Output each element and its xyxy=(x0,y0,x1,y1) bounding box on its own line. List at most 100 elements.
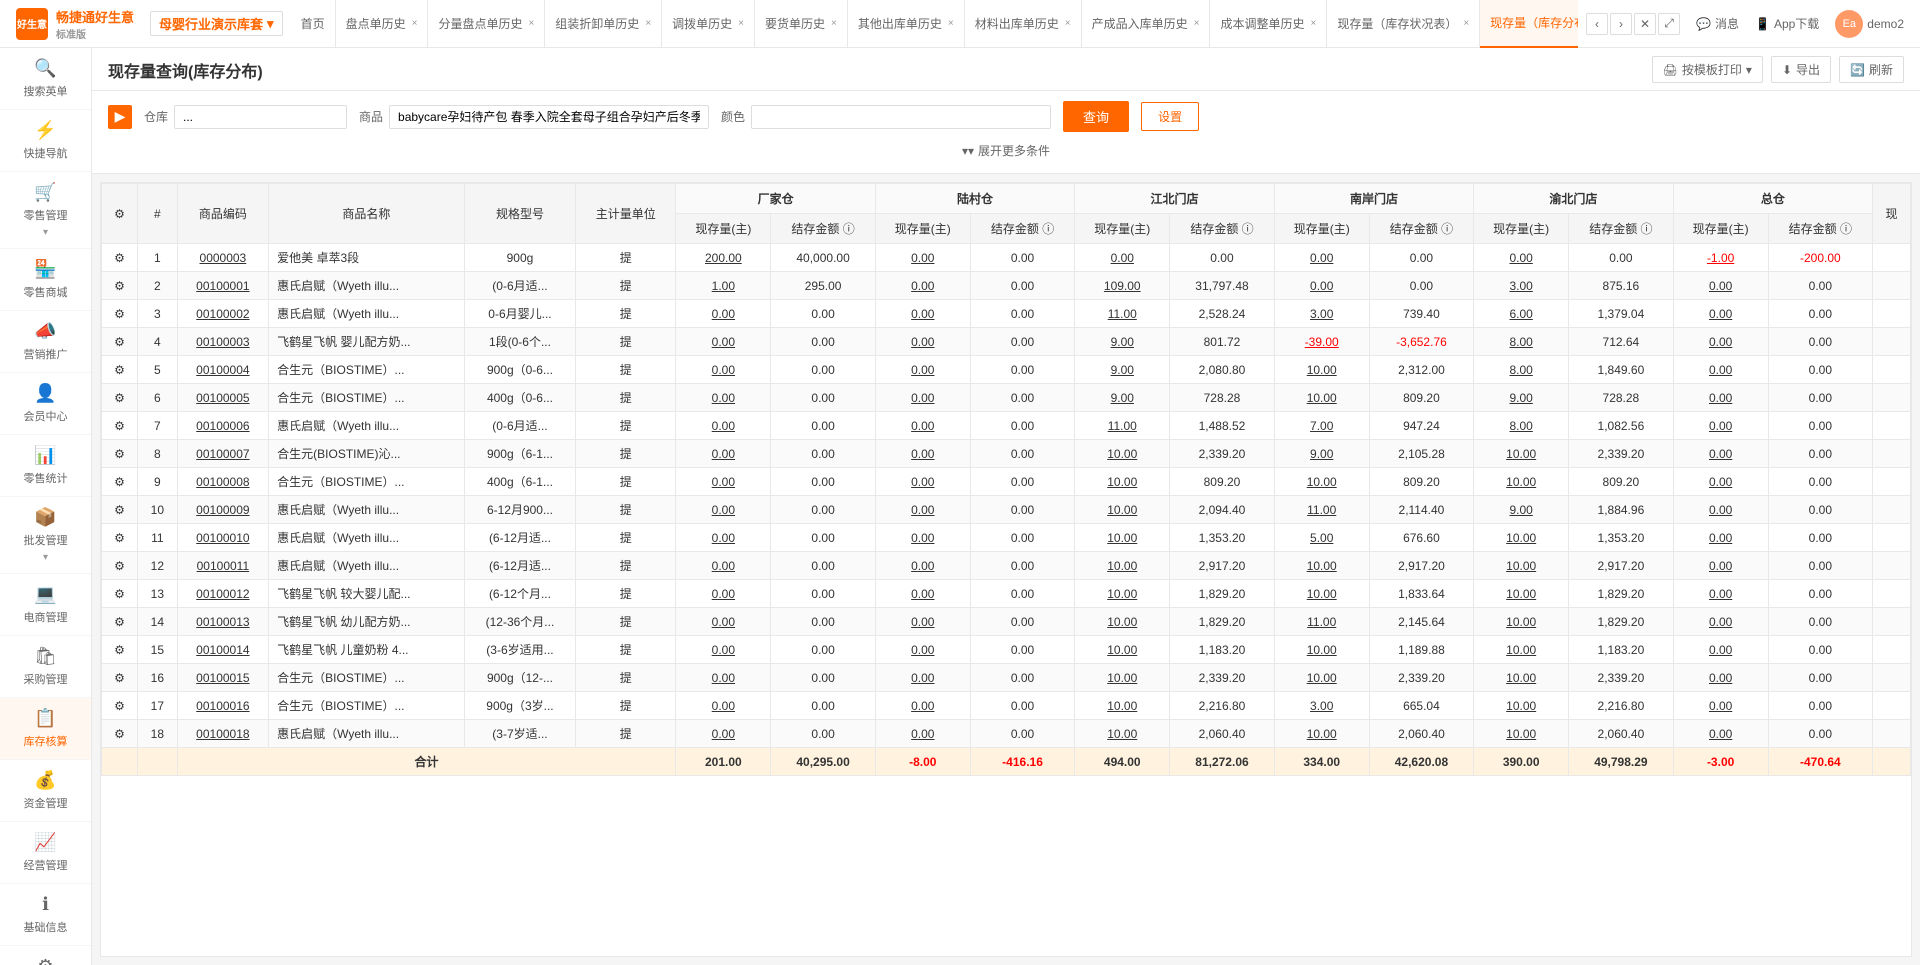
td-code[interactable]: 00100006 xyxy=(177,412,269,440)
nav-tab[interactable]: 成本调整单历史× xyxy=(1210,0,1327,48)
td-f3-qty[interactable]: 9.00 xyxy=(1075,356,1170,384)
td-f3-qty[interactable]: 10.00 xyxy=(1075,468,1170,496)
td-f3-qty[interactable]: 109.00 xyxy=(1075,272,1170,300)
td-f2-qty[interactable]: 0.00 xyxy=(875,272,970,300)
td-f4-qty[interactable]: 5.00 xyxy=(1274,524,1369,552)
td-code[interactable]: 00100005 xyxy=(177,384,269,412)
td-f3-qty[interactable]: 10.00 xyxy=(1075,580,1170,608)
nav-tab[interactable]: 其他出库单历史× xyxy=(848,0,965,48)
td-settings[interactable]: ⚙ xyxy=(102,272,138,300)
td-settings[interactable]: ⚙ xyxy=(102,608,138,636)
filter-toggle-button[interactable]: ▶ xyxy=(108,105,132,129)
td-f4-qty[interactable]: 10.00 xyxy=(1274,552,1369,580)
td-settings[interactable]: ⚙ xyxy=(102,664,138,692)
sidebar-item-基础信息[interactable]: ℹ 基础信息 xyxy=(0,884,91,946)
td-t-qty[interactable]: -1.00 xyxy=(1673,244,1768,272)
td-t-qty[interactable]: 0.00 xyxy=(1673,636,1768,664)
td-settings[interactable]: ⚙ xyxy=(102,328,138,356)
td-f3-qty[interactable]: 11.00 xyxy=(1075,412,1170,440)
td-code[interactable]: 00100002 xyxy=(177,300,269,328)
close-tab-icon[interactable]: × xyxy=(1310,18,1316,29)
td-f4-qty[interactable]: 7.00 xyxy=(1274,412,1369,440)
td-f3-qty[interactable]: 11.00 xyxy=(1075,300,1170,328)
td-t-qty[interactable]: 0.00 xyxy=(1673,692,1768,720)
sidebar-item-会员中心[interactable]: 👤 会员中心 xyxy=(0,373,91,435)
td-code[interactable]: 00100008 xyxy=(177,468,269,496)
td-f3-qty[interactable]: 9.00 xyxy=(1075,328,1170,356)
td-f2-qty[interactable]: 0.00 xyxy=(875,384,970,412)
td-f1-qty[interactable]: 0.00 xyxy=(676,496,771,524)
sidebar-item-零售统计[interactable]: 📊 零售统计 xyxy=(0,435,91,497)
td-f2-qty[interactable]: 0.00 xyxy=(875,692,970,720)
td-f1-qty[interactable]: 0.00 xyxy=(676,356,771,384)
td-t-qty[interactable]: 0.00 xyxy=(1673,300,1768,328)
td-f1-qty[interactable]: 0.00 xyxy=(676,440,771,468)
td-f1-qty[interactable]: 0.00 xyxy=(676,328,771,356)
close-tab-icon[interactable]: × xyxy=(412,18,418,29)
td-f5-qty[interactable]: 10.00 xyxy=(1474,468,1569,496)
table-area[interactable]: ⚙ # 商品编码 商品名称 规格型号 主计量单位 厂家仓 陆村仓 江北门店 南岸… xyxy=(100,182,1912,957)
nav-tab[interactable]: 首页 xyxy=(291,0,336,48)
td-code[interactable]: 00100011 xyxy=(177,552,269,580)
close-tab-icon[interactable]: × xyxy=(948,18,954,29)
td-settings[interactable]: ⚙ xyxy=(102,468,138,496)
td-f1-qty[interactable]: 0.00 xyxy=(676,580,771,608)
td-code[interactable]: 00100001 xyxy=(177,272,269,300)
sidebar-item-采购管理[interactable]: 🛍 采购管理 xyxy=(0,636,91,698)
close-tab-icon[interactable]: × xyxy=(1065,18,1071,29)
td-settings[interactable]: ⚙ xyxy=(102,440,138,468)
td-code[interactable]: 00100003 xyxy=(177,328,269,356)
td-f3-qty[interactable]: 10.00 xyxy=(1075,664,1170,692)
td-f5-qty[interactable]: 6.00 xyxy=(1474,300,1569,328)
td-f2-qty[interactable]: 0.00 xyxy=(875,300,970,328)
td-f2-qty[interactable]: 0.00 xyxy=(875,720,970,748)
td-code[interactable]: 00100014 xyxy=(177,636,269,664)
td-f4-qty[interactable]: 0.00 xyxy=(1274,272,1369,300)
td-f4-qty[interactable]: 10.00 xyxy=(1274,580,1369,608)
td-f1-qty[interactable]: 0.00 xyxy=(676,636,771,664)
td-settings[interactable]: ⚙ xyxy=(102,636,138,664)
td-f1-qty[interactable]: 0.00 xyxy=(676,664,771,692)
td-f2-qty[interactable]: 0.00 xyxy=(875,412,970,440)
td-f5-qty[interactable]: 8.00 xyxy=(1474,412,1569,440)
td-f3-qty[interactable]: 10.00 xyxy=(1075,692,1170,720)
td-f2-qty[interactable]: 0.00 xyxy=(875,580,970,608)
td-t-qty[interactable]: 0.00 xyxy=(1673,608,1768,636)
message-button[interactable]: 💬 消息 xyxy=(1696,15,1739,32)
td-settings[interactable]: ⚙ xyxy=(102,244,138,272)
sidebar-item-零售管理[interactable]: 🛒 零售管理 ▾ xyxy=(0,172,91,249)
td-settings[interactable]: ⚙ xyxy=(102,384,138,412)
sidebar-item-经营管理[interactable]: 📈 经营管理 xyxy=(0,822,91,884)
td-t-qty[interactable]: 0.00 xyxy=(1673,552,1768,580)
td-f3-qty[interactable]: 10.00 xyxy=(1075,608,1170,636)
td-f5-qty[interactable]: 9.00 xyxy=(1474,384,1569,412)
td-f5-qty[interactable]: 10.00 xyxy=(1474,608,1569,636)
td-settings[interactable]: ⚙ xyxy=(102,552,138,580)
td-t-qty[interactable]: 0.00 xyxy=(1673,496,1768,524)
td-code[interactable]: 00100015 xyxy=(177,664,269,692)
td-f1-qty[interactable]: 0.00 xyxy=(676,524,771,552)
td-f1-qty[interactable]: 0.00 xyxy=(676,692,771,720)
td-f5-qty[interactable]: 10.00 xyxy=(1474,664,1569,692)
td-f3-qty[interactable]: 0.00 xyxy=(1075,244,1170,272)
td-f4-qty[interactable]: 10.00 xyxy=(1274,384,1369,412)
td-f1-qty[interactable]: 0.00 xyxy=(676,468,771,496)
nav-tab[interactable]: 现存量（库存状况表）× xyxy=(1327,0,1480,48)
close-tab-icon[interactable]: × xyxy=(1194,18,1200,29)
sidebar-item-库存核算[interactable]: 📋 库存核算 xyxy=(0,698,91,760)
td-settings[interactable]: ⚙ xyxy=(102,720,138,748)
td-f1-qty[interactable]: 0.00 xyxy=(676,608,771,636)
td-code[interactable]: 00100010 xyxy=(177,524,269,552)
td-f4-qty[interactable]: -39.00 xyxy=(1274,328,1369,356)
td-f3-qty[interactable]: 10.00 xyxy=(1075,552,1170,580)
user-area[interactable]: Ea demo2 xyxy=(1835,10,1904,38)
td-f5-qty[interactable]: 10.00 xyxy=(1474,720,1569,748)
td-f5-qty[interactable]: 0.00 xyxy=(1474,244,1569,272)
td-settings[interactable]: ⚙ xyxy=(102,580,138,608)
td-code[interactable]: 00100013 xyxy=(177,608,269,636)
td-t-qty[interactable]: 0.00 xyxy=(1673,664,1768,692)
sidebar-item-批发管理[interactable]: 📦 批发管理 ▾ xyxy=(0,497,91,574)
td-settings[interactable]: ⚙ xyxy=(102,496,138,524)
td-code[interactable]: 00100009 xyxy=(177,496,269,524)
td-settings[interactable]: ⚙ xyxy=(102,524,138,552)
